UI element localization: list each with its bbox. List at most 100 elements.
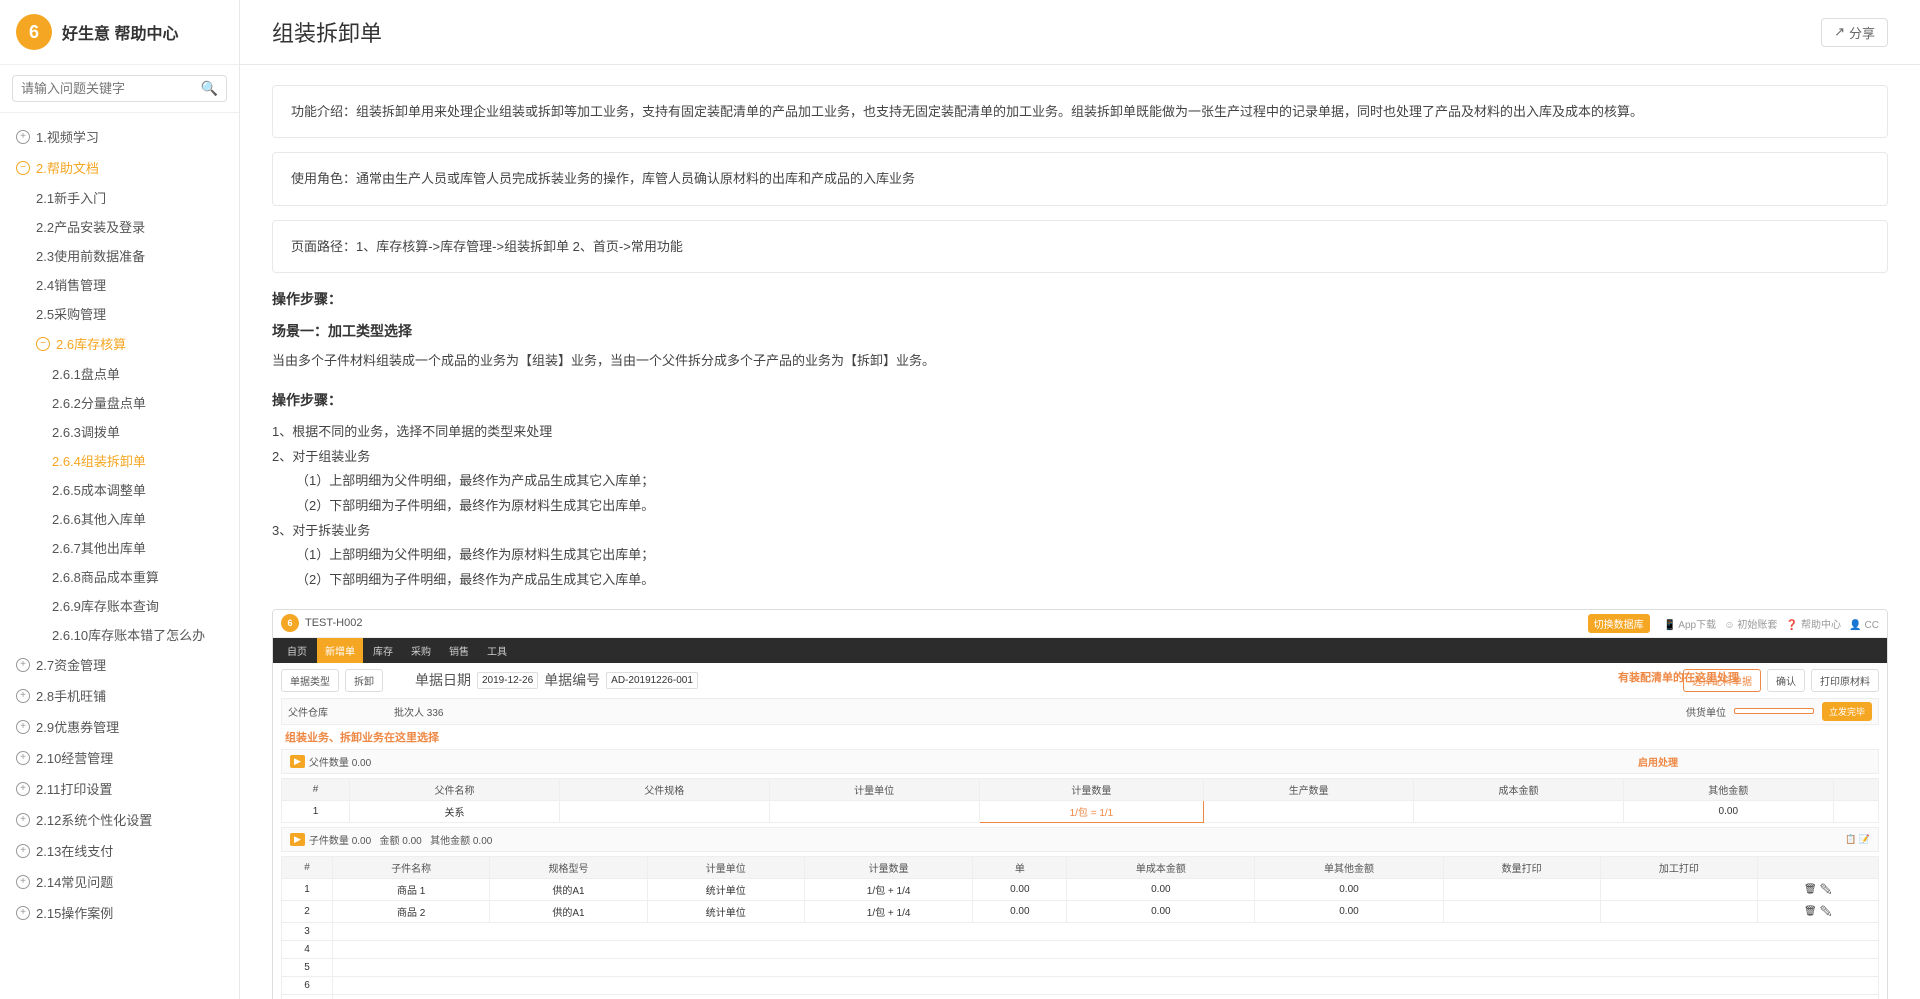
- table-row: 3: [282, 922, 1879, 940]
- sidebar-item-other-out[interactable]: 2.6.7其他出库单: [0, 533, 239, 562]
- sidebar-item-payment[interactable]: + 2.13在线支付: [0, 835, 239, 866]
- expand-payment-icon: +: [16, 844, 30, 858]
- td-qty: 1/包 = 1/1: [979, 800, 1204, 822]
- mock-nav-sales: 销售: [441, 638, 477, 663]
- annotation-enable: 启用处理: [1638, 754, 1678, 769]
- sidebar-item-faq[interactable]: + 2.14常见问题: [0, 866, 239, 897]
- mock-section-label: 父件数量 0.00: [309, 754, 371, 769]
- content-area: 功能介绍：组装拆卸单用来处理企业组装或拆卸等加工业务，支持有固定装配清单的产品加…: [240, 65, 1920, 999]
- mock-nav-purchase: 采购: [403, 638, 439, 663]
- scene1-desc: 当由多个子件材料组装成一个成品的业务为【组装】业务，当由一个父件拆分成多个子产品…: [272, 349, 1888, 374]
- search-icon[interactable]: 🔍: [201, 80, 218, 97]
- sidebar-item-weightstocktake[interactable]: 2.6.2分量盘点单: [0, 388, 239, 417]
- mock-ui: 6 TEST-H002 切换数据库 📱 App下载 ☺ 初始账套 ❓ 帮助中心 …: [273, 610, 1887, 999]
- step1: 1、根据不同的业务，选择不同单据的类型来处理: [272, 420, 1888, 445]
- td-prod-qty: [1204, 800, 1414, 822]
- main-area: 组装拆卸单 ↗ 分享 功能介绍：组装拆卸单用来处理企业组装或拆卸等加工业务，支持…: [240, 0, 1920, 999]
- sidebar-item-coupon[interactable]: + 2.9优惠券管理: [0, 711, 239, 742]
- lth-unit2: 单: [973, 856, 1067, 878]
- mock-nav-home: 自页: [279, 638, 315, 663]
- search-area: 🔍: [0, 65, 239, 113]
- td-other: 0.00: [1623, 800, 1833, 822]
- mock-confirm-btn: 确认: [1767, 669, 1805, 692]
- sidebar-item-inventory[interactable]: − 2.6库存核算: [0, 328, 239, 359]
- mock-apply-btn: 立发完毕: [1822, 702, 1872, 721]
- logo-area: 6 好生意 帮助中心: [0, 0, 239, 65]
- sidebar-item-inv-ledger-fix[interactable]: 2.6.10库存账本错了怎么办: [0, 620, 239, 649]
- lth-ops: [1758, 856, 1879, 878]
- main-header: 组装拆卸单 ↗ 分享: [240, 0, 1920, 65]
- sidebar-item-mobile[interactable]: + 2.8手机旺铺: [0, 680, 239, 711]
- mock-nav-new: 新增单: [317, 638, 363, 663]
- sidebar-item-cost-recalc[interactable]: 2.6.8商品成本重算: [0, 562, 239, 591]
- sidebar-item-assembly[interactable]: 2.6.4组装拆卸单: [0, 446, 239, 475]
- mock-more-btn: 打印原材料: [1811, 669, 1879, 692]
- mock-num-label: 批次人 336: [394, 704, 443, 719]
- sidebar-item-customize[interactable]: + 2.12系统个性化设置: [0, 804, 239, 835]
- td-action: [1833, 800, 1878, 822]
- expand-icon: +: [16, 130, 30, 144]
- lth-spec: 规格型号: [490, 856, 647, 878]
- mock-topbar-id: TEST-H002: [305, 617, 362, 629]
- mock-lower-actions: 📋 📝: [1845, 834, 1870, 845]
- sidebar-item-print[interactable]: + 2.11打印设置: [0, 773, 239, 804]
- sidebar-item-finance[interactable]: + 2.7资金管理: [0, 649, 239, 680]
- step2-subs: （1）上部明细为父件明细，最终作为产成品生成其它入库单； （2）下部明细为子件明…: [272, 469, 1888, 518]
- mock-upper-table: # 父件名称 父件规格 计量单位 计量数量 生产数量 成本金额 其他金额: [281, 778, 1879, 823]
- logo-icon: 6: [16, 14, 52, 50]
- sidebar: 6 好生意 帮助中心 🔍 + 1.视频学习 − 2.帮助文档 2.1新手入门 2…: [0, 0, 240, 999]
- search-input[interactable]: [21, 81, 201, 96]
- sidebar-item-docs[interactable]: − 2.帮助文档: [0, 152, 239, 183]
- th-other: 其他金额: [1623, 778, 1833, 800]
- lth-other: 单其他金额: [1255, 856, 1443, 878]
- steps-list: 1、根据不同的业务，选择不同单据的类型来处理 2、对于组装业务 （1）上部明细为…: [272, 420, 1888, 593]
- sidebar-item-inv-ledger[interactable]: 2.6.9库存账本查询: [0, 591, 239, 620]
- sidebar-item-stocktake[interactable]: 2.6.1盘点单: [0, 359, 239, 388]
- sidebar-item-purchase[interactable]: 2.5采购管理: [0, 299, 239, 328]
- mock-upper-section: ▶ 父件数量 0.00 启用处理: [281, 749, 1879, 774]
- sidebar-item-newuser[interactable]: 2.1新手入门: [0, 183, 239, 212]
- function-intro-text: 功能介绍：组装拆卸单用来处理企业组装或拆卸等加工业务，支持有固定装配清单的产品加…: [291, 104, 1643, 119]
- sidebar-item-ops[interactable]: + 2.10经营管理: [0, 742, 239, 773]
- mock-lower-label: 子件数量 0.00 金额 0.00 其他金额 0.00: [309, 832, 492, 847]
- mock-nav-tools: 工具: [479, 638, 515, 663]
- sidebar-item-install[interactable]: 2.2产品安装及登录: [0, 212, 239, 241]
- table-row: 4: [282, 940, 1879, 958]
- table-row: 1 商品 1 供的A1 统计单位 1/包 + 1/4 0.00 0.00 0.0…: [282, 878, 1879, 900]
- mock-cust-field-label: 供货单位: [1686, 704, 1726, 719]
- sidebar-item-video[interactable]: + 1.视频学习: [0, 121, 239, 152]
- share-button[interactable]: ↗ 分享: [1821, 18, 1888, 47]
- mock-nav-inv: 库存: [365, 638, 401, 663]
- sidebar-item-costadj[interactable]: 2.6.5成本调整单: [0, 475, 239, 504]
- sidebar-item-cases[interactable]: + 2.15操作案例: [0, 897, 239, 928]
- step2-sub2: （2）下部明细为子件明细，最终作为原材料生成其它出库单。: [296, 494, 1888, 519]
- lth-qty: 计量数量: [804, 856, 973, 878]
- sidebar-item-sales[interactable]: 2.4销售管理: [0, 270, 239, 299]
- step3-subs: （1）上部明细为父件明细，最终作为原材料生成其它出库单； （2）下部明细为子件明…: [272, 543, 1888, 592]
- mock-topbar: 6 TEST-H002 切换数据库 📱 App下载 ☺ 初始账套 ❓ 帮助中心 …: [273, 610, 1887, 638]
- sidebar-item-transfer[interactable]: 2.6.3调拨单: [0, 417, 239, 446]
- th-cost: 成本金额: [1414, 778, 1624, 800]
- nav-tree: + 1.视频学习 − 2.帮助文档 2.1新手入门 2.2产品安装及登录 2.3…: [0, 113, 239, 999]
- td-parent-name: 关系: [350, 800, 560, 822]
- step3-sub2: （2）下部明细为子件明细，最终作为产成品生成其它入库单。: [296, 568, 1888, 593]
- th-qty: 计量数量: [979, 778, 1204, 800]
- mock-warehouse-row: 父件仓库 批次人 336 供货单位 立发完毕: [281, 698, 1879, 725]
- th-unit: 计量单位: [769, 778, 979, 800]
- mock-date-label: 单据日期: [415, 670, 471, 690]
- sidebar-item-other-in[interactable]: 2.6.6其他入库单: [0, 504, 239, 533]
- mock-lower-table: # 子件名称 规格型号 计量单位 计量数量 单 单成本金额 单其他金额 数量打印: [281, 856, 1879, 999]
- expand-customize-icon: +: [16, 813, 30, 827]
- mock-form-content: 单据类型 拆卸 单据日期 2019-12-26 单据编号 AD-20191226…: [273, 663, 1887, 999]
- sidebar-item-dataprep[interactable]: 2.3使用前数据准备: [0, 241, 239, 270]
- expand-print-icon: +: [16, 782, 30, 796]
- table-row: 5: [282, 958, 1879, 976]
- lth-name: 子件名称: [333, 856, 490, 878]
- expand-coupon-icon: +: [16, 720, 30, 734]
- operations-title: 操作步骤：: [272, 289, 1888, 309]
- table-row: 2 商品 2 供的A1 统计单位 1/包 + 1/4 0.00 0.00 0.0…: [282, 900, 1879, 922]
- page-title: 组装拆卸单: [272, 16, 382, 48]
- mock-code-value: AD-20191226-001: [606, 672, 698, 689]
- expand-cases-icon: +: [16, 906, 30, 920]
- mock-switch-db-btn: 切换数据库: [1588, 614, 1650, 633]
